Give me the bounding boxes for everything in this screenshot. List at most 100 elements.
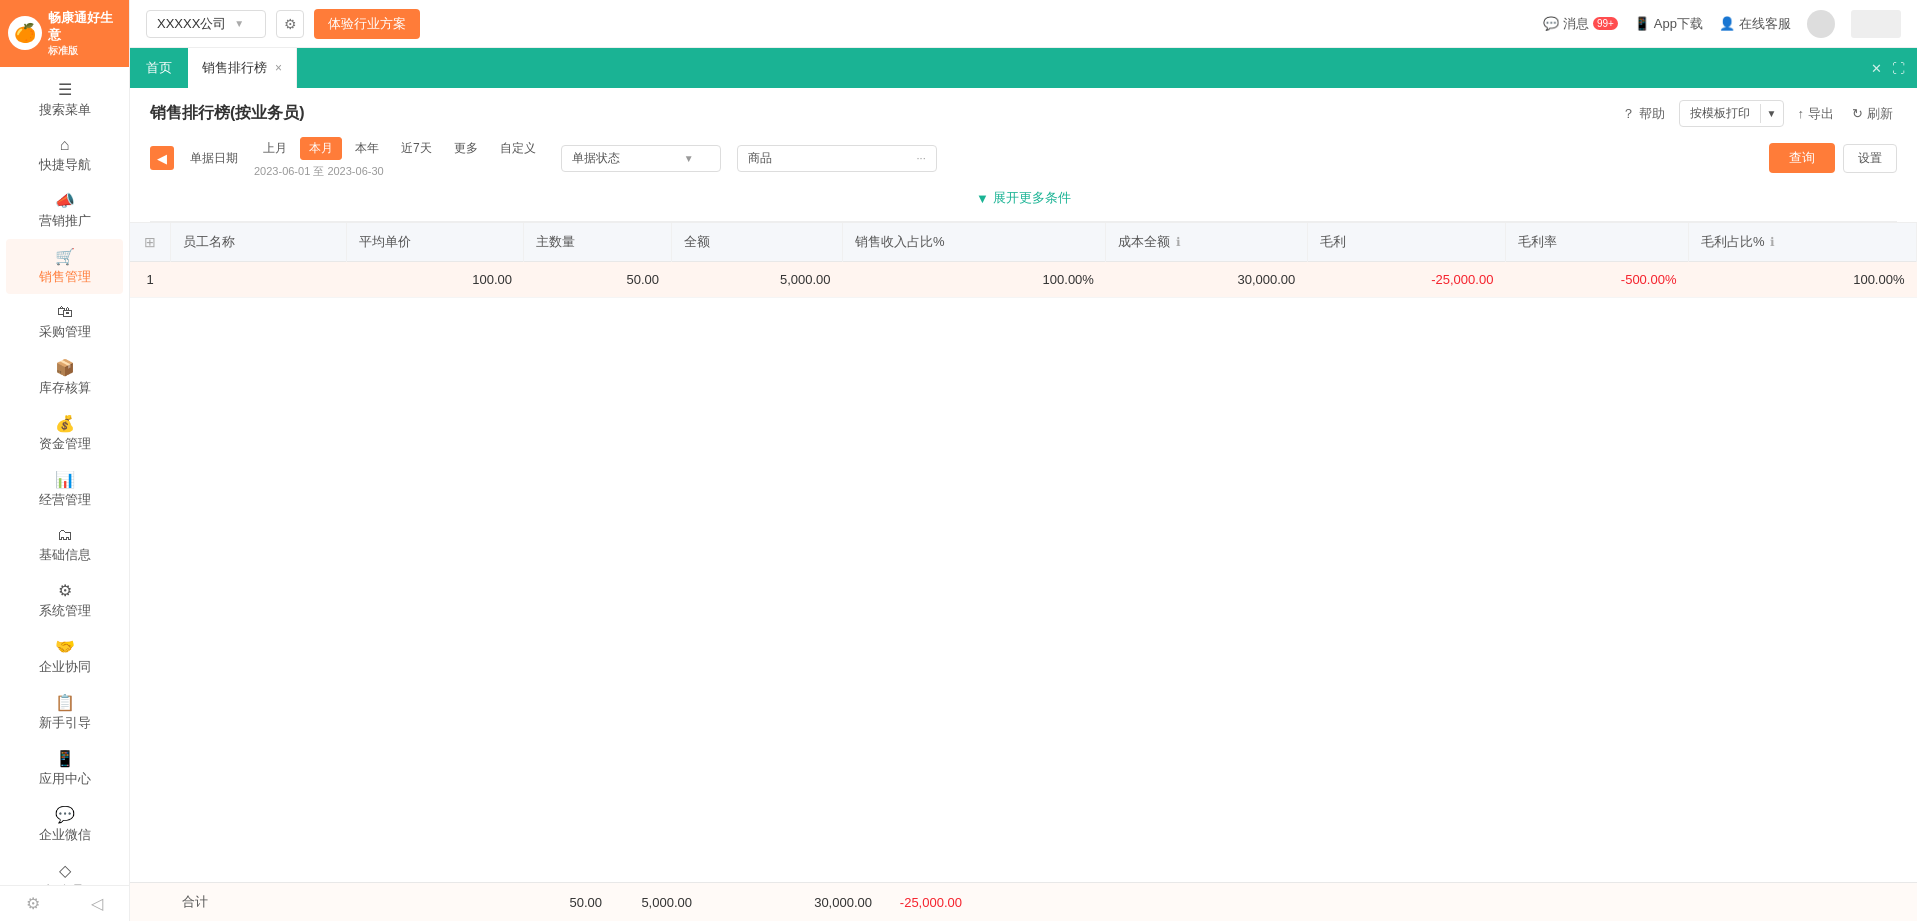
col-profit-rate: 毛利率 [1505, 223, 1688, 262]
sidebar-item-marketing[interactable]: 📣 营销推广 [6, 183, 123, 238]
sidebar-nav: ☰ 搜索菜单 ⌂ 快捷导航 📣 营销推广 🛒 销售管理 🛍 采购管理 📦 库存核… [0, 67, 129, 885]
date-tab-7days[interactable]: 近7天 [392, 137, 441, 160]
logo-title: 畅康通好生意 [48, 10, 121, 44]
app-download-button[interactable]: 📱 App下载 [1634, 15, 1703, 33]
home-tab-label: 首页 [146, 59, 172, 77]
sidebar-label-wechat: 企业微信 [39, 826, 91, 844]
sidebar-label-inventory: 库存核算 [39, 379, 91, 397]
col-setting: ⊞ [130, 223, 170, 262]
expand-icon: ▼ [976, 191, 989, 206]
service-button[interactable]: 👤 在线客服 [1719, 15, 1791, 33]
message-label: 消息 [1563, 15, 1589, 33]
app-icon: 📱 [1634, 16, 1650, 31]
search-menu-icon: ☰ [58, 80, 72, 99]
col-total: 全额 [671, 223, 843, 262]
template-print-group: 按模板打印 ▼ [1679, 100, 1784, 127]
finance-icon: 💰 [55, 414, 75, 433]
sidebar-item-wechat[interactable]: 💬 企业微信 [6, 797, 123, 852]
avg-price-cell: 100.00 [347, 262, 524, 298]
sidebar-item-purchase[interactable]: 🛍 采购管理 [6, 295, 123, 349]
expand-label: 展开更多条件 [993, 189, 1071, 207]
expand-more-button[interactable]: ▼ 展开更多条件 [968, 185, 1079, 211]
sidebar-item-system[interactable]: ⚙ 系统管理 [6, 573, 123, 628]
settings-button[interactable]: ⚙ [276, 10, 304, 38]
system-icon: ⚙ [58, 581, 72, 600]
date-tab-custom[interactable]: 自定义 [491, 137, 545, 160]
template-print-arrow[interactable]: ▼ [1760, 104, 1783, 123]
message-icon: 💬 [1543, 16, 1559, 31]
tab-maximize-icon[interactable]: ⛶ [1892, 61, 1905, 76]
sidebar-label-operations: 经营管理 [39, 491, 91, 509]
sidebar-item-finance[interactable]: 💰 资金管理 [6, 406, 123, 461]
goods-more-icon: ··· [917, 152, 926, 164]
avatar[interactable] [1807, 10, 1835, 38]
sidebar-label-purchase: 采购管理 [39, 323, 91, 341]
column-setting-icon[interactable]: ⊞ [144, 234, 156, 250]
tab-sales-ranking-label: 销售排行榜 [202, 59, 267, 77]
col-cost: 成本全额 ℹ [1106, 223, 1307, 262]
date-tab-this-month[interactable]: 本月 [300, 137, 342, 160]
tab-close-icon[interactable]: × [275, 61, 282, 75]
purchase-icon: 🛍 [57, 303, 73, 321]
footer-profit: -25,000.00 [872, 895, 962, 910]
query-button[interactable]: 查询 [1769, 143, 1835, 173]
col-avg-price: 平均单价 [347, 223, 524, 262]
tab-bar: 首页 销售排行榜 × ✕ ⛶ [130, 48, 1917, 88]
date-range: 2023-06-01 至 2023-06-30 [254, 164, 545, 179]
sidebar-label-collab: 企业协同 [39, 658, 91, 676]
settings-filter-button[interactable]: 设置 [1843, 144, 1897, 173]
sidebar-item-basic[interactable]: 🗂 基础信息 [6, 518, 123, 572]
profit-ratio-cell: 100.00% [1688, 262, 1916, 298]
sidebar-item-apps[interactable]: 📱 应用中心 [6, 741, 123, 796]
help-button[interactable]: ？ 帮助 [1618, 103, 1669, 125]
profit-ratio-help-icon[interactable]: ℹ [1770, 235, 1775, 249]
footer-cost: 30,000.00 [782, 895, 872, 910]
message-badge: 99+ [1593, 17, 1618, 30]
operations-icon: 📊 [55, 470, 75, 489]
trial-button[interactable]: 体验行业方案 [314, 9, 420, 39]
sidebar-item-operations[interactable]: 📊 经营管理 [6, 462, 123, 517]
refresh-button[interactable]: ↻ 刷新 [1848, 103, 1897, 125]
rank-cell: 1 [130, 262, 170, 298]
cost-help-icon[interactable]: ℹ [1176, 235, 1181, 249]
sidebar-label-finance: 资金管理 [39, 435, 91, 453]
sidebar-item-sales[interactable]: 🛒 销售管理 [6, 239, 123, 294]
sidebar-label-system: 系统管理 [39, 602, 91, 620]
service-icon: 👤 [1719, 16, 1735, 31]
tab-close-window-icon[interactable]: ✕ [1871, 61, 1882, 76]
sidebar-item-shortcut[interactable]: ⌂ 快捷导航 [6, 128, 123, 182]
help-icon: ？ [1622, 105, 1635, 123]
apps-icon: 📱 [55, 749, 75, 768]
date-tab-last-month[interactable]: 上月 [254, 137, 296, 160]
message-button[interactable]: 💬 消息 99+ [1543, 15, 1618, 33]
company-select[interactable]: XXXXX公司 ▼ [146, 10, 266, 38]
marketing-icon: 📣 [55, 191, 75, 210]
footer-main-qty: 50.00 [522, 895, 602, 910]
date-tab-this-year[interactable]: 本年 [346, 137, 388, 160]
tab-sales-ranking[interactable]: 销售排行榜 × [188, 48, 297, 88]
table-empty-space [130, 298, 1917, 882]
collapse-icon[interactable]: ◁ [91, 894, 103, 913]
tab-home[interactable]: 首页 [130, 48, 188, 88]
goods-filter[interactable]: 商品 ··· [737, 145, 937, 172]
profit-rate-cell: -500.00% [1505, 262, 1688, 298]
status-label: 单据状态 [572, 150, 620, 167]
sidebar-item-inventory[interactable]: 📦 库存核算 [6, 350, 123, 405]
table-area: ⊞ 员工名称 平均单价 主数量 全额 销售收入占比% 成本全额 ℹ [130, 223, 1917, 921]
filter-toggle-button[interactable]: ◀ [150, 146, 174, 170]
sidebar-label-shortcut: 快捷导航 [39, 156, 91, 174]
status-select[interactable]: 单据状态 ▼ [561, 145, 721, 172]
sidebar-item-member[interactable]: ◇ 畅会员 [6, 853, 123, 885]
home-icon: ⌂ [60, 136, 70, 154]
export-button[interactable]: ↑ 导出 [1794, 103, 1839, 125]
settings-gear-icon[interactable]: ⚙ [26, 894, 40, 913]
refresh-icon: ↻ [1852, 106, 1863, 121]
template-print-button[interactable]: 按模板打印 [1680, 101, 1760, 126]
sales-ratio-cell: 100.00% [843, 262, 1106, 298]
date-tab-more[interactable]: 更多 [445, 137, 487, 160]
export-label: 导出 [1808, 105, 1834, 123]
date-filter-group: 上月 本月 本年 近7天 更多 自定义 2023-06-01 至 2023-06… [254, 137, 545, 179]
sidebar-item-newbie[interactable]: 📋 新手引导 [6, 685, 123, 740]
sidebar-item-collab[interactable]: 🤝 企业协同 [6, 629, 123, 684]
sidebar-item-search[interactable]: ☰ 搜索菜单 [6, 72, 123, 127]
